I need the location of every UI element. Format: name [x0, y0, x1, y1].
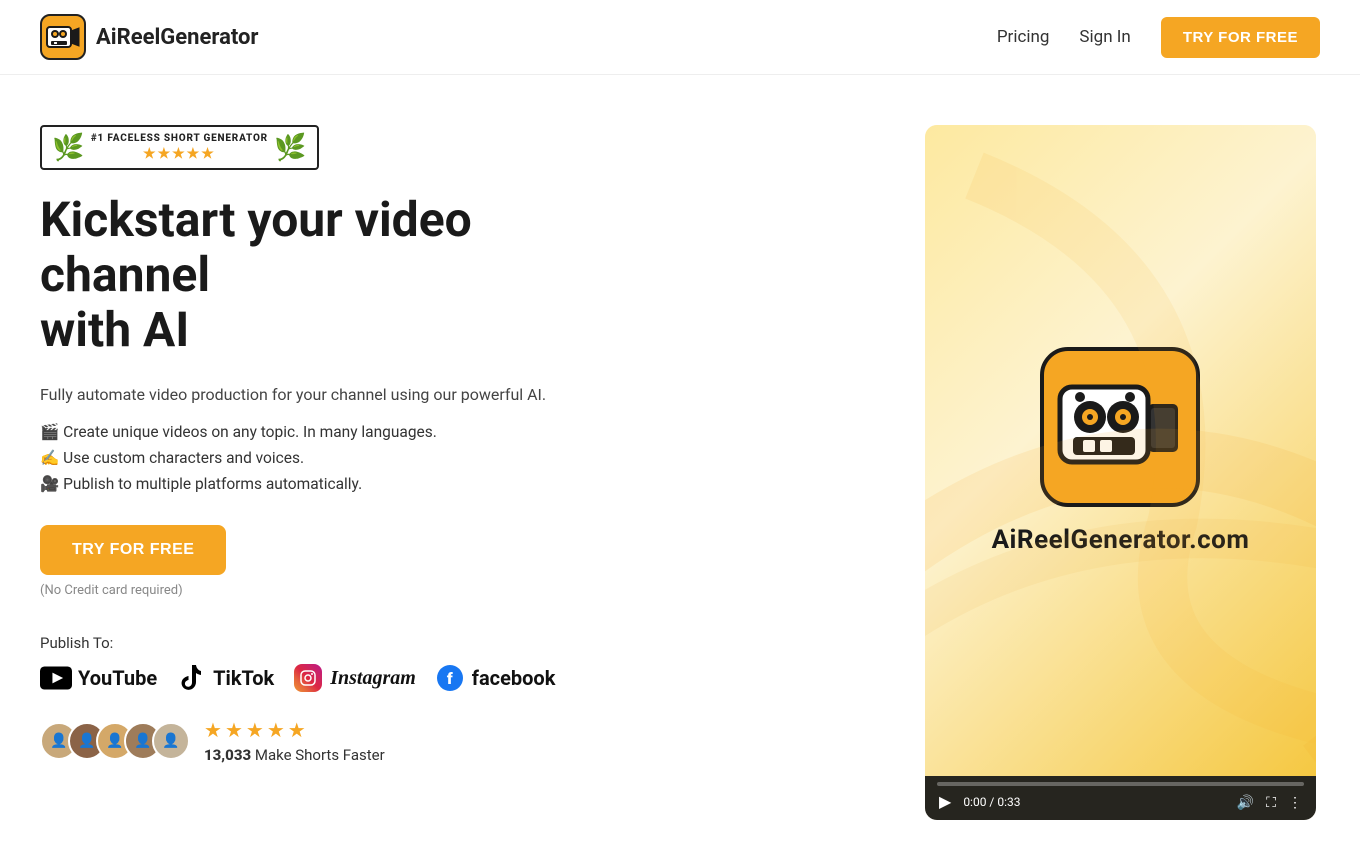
- no-cc-text: (No Credit card required): [40, 583, 600, 598]
- publish-label: Publish To:: [40, 634, 600, 652]
- header: AiReelGenerator Pricing Sign In TRY FOR …: [0, 0, 1360, 75]
- avatar: 👤: [152, 722, 190, 760]
- facebook-platform: f facebook: [434, 666, 556, 690]
- youtube-label: YouTube: [78, 666, 157, 690]
- laurel-left-icon: 🌿: [52, 135, 85, 161]
- laurel-right-icon: 🌿: [274, 135, 307, 161]
- signin-nav-link[interactable]: Sign In: [1079, 27, 1130, 47]
- logo-text: AiReelGenerator: [96, 25, 258, 50]
- award-badge: 🌿 #1 FACELESS SHORT GENERATOR ★★★★★ 🌿: [40, 125, 319, 170]
- facebook-icon: f: [434, 667, 466, 689]
- facebook-label: facebook: [472, 666, 556, 690]
- instagram-label: Instagram: [330, 667, 416, 690]
- video-site-name: AiReelGenerator.com: [992, 525, 1250, 555]
- logo-icon: [40, 14, 86, 60]
- social-proof: 👤 👤 👤 👤 👤 ★ ★ ★ ★ ★ 13,033 Make Shorts F…: [40, 718, 600, 764]
- publish-section: Publish To: YouTube: [40, 634, 600, 690]
- progress-bar[interactable]: [937, 782, 1304, 786]
- volume-button[interactable]: 🔊: [1235, 792, 1256, 813]
- platform-logos: YouTube TikTok: [40, 666, 600, 690]
- instagram-platform: Instagram: [292, 667, 416, 690]
- hero-description: Fully automate video production for your…: [40, 382, 600, 408]
- tiktok-icon: [175, 667, 207, 689]
- tiktok-label: TikTok: [213, 666, 274, 690]
- star-icon: ★: [204, 718, 222, 742]
- main-container: 🌿 #1 FACELESS SHORT GENERATOR ★★★★★ 🌿 Ki…: [0, 75, 1360, 860]
- star-icon: ★: [225, 718, 243, 742]
- badge-title: #1 FACELESS SHORT GENERATOR: [91, 133, 268, 144]
- stars-row: ★ ★ ★ ★ ★: [204, 718, 385, 742]
- right-col: AiReelGenerator.com ▶ 0:00 / 0:33 🔊 ⛶ ⋮: [925, 125, 1320, 820]
- feature-list: 🎬 Create unique videos on any topic. In …: [40, 423, 600, 493]
- proof-text: ★ ★ ★ ★ ★ 13,033 Make Shorts Faster: [204, 718, 385, 764]
- tiktok-platform: TikTok: [175, 666, 274, 690]
- pricing-nav-link[interactable]: Pricing: [997, 27, 1050, 47]
- badge-area: 🌿 #1 FACELESS SHORT GENERATOR ★★★★★ 🌿: [40, 125, 600, 170]
- controls-row: ▶ 0:00 / 0:33 🔊 ⛶ ⋮: [937, 790, 1304, 814]
- time-display: 0:00 / 0:33: [963, 795, 1224, 809]
- video-controls: ▶ 0:00 / 0:33 🔊 ⛶ ⋮: [925, 776, 1316, 820]
- try-free-header-button[interactable]: TRY FOR FREE: [1161, 17, 1320, 58]
- instagram-icon: [292, 667, 324, 689]
- proof-count: 13,033 Make Shorts Faster: [204, 746, 385, 764]
- star-icon: ★: [288, 718, 306, 742]
- try-free-main-button[interactable]: TRY FOR FREE: [40, 525, 226, 575]
- logo-area: AiReelGenerator: [40, 14, 258, 60]
- feature-item: ✍️ Use custom characters and voices.: [40, 449, 600, 467]
- ctrl-right: 🔊 ⛶ ⋮: [1235, 792, 1304, 813]
- star-icon: ★: [267, 718, 285, 742]
- video-content: AiReelGenerator.com: [925, 125, 1316, 776]
- more-options-button[interactable]: ⋮: [1286, 792, 1304, 813]
- hero-title: Kickstart your video channel with AI: [40, 192, 600, 358]
- video-logo-icon: [1040, 347, 1200, 507]
- star-icon: ★: [246, 718, 264, 742]
- main-nav: Pricing Sign In TRY FOR FREE: [997, 17, 1320, 58]
- left-col: 🌿 #1 FACELESS SHORT GENERATOR ★★★★★ 🌿 Ki…: [40, 125, 600, 764]
- fullscreen-button[interactable]: ⛶: [1264, 792, 1278, 813]
- badge-stars: ★★★★★: [143, 146, 216, 162]
- play-button[interactable]: ▶: [937, 790, 953, 814]
- feature-item: 🎥 Publish to multiple platforms automati…: [40, 475, 600, 493]
- youtube-icon: [40, 667, 72, 689]
- feature-item: 🎬 Create unique videos on any topic. In …: [40, 423, 600, 441]
- video-panel: AiReelGenerator.com ▶ 0:00 / 0:33 🔊 ⛶ ⋮: [925, 125, 1316, 820]
- youtube-platform: YouTube: [40, 666, 157, 690]
- avatars: 👤 👤 👤 👤 👤: [40, 722, 190, 760]
